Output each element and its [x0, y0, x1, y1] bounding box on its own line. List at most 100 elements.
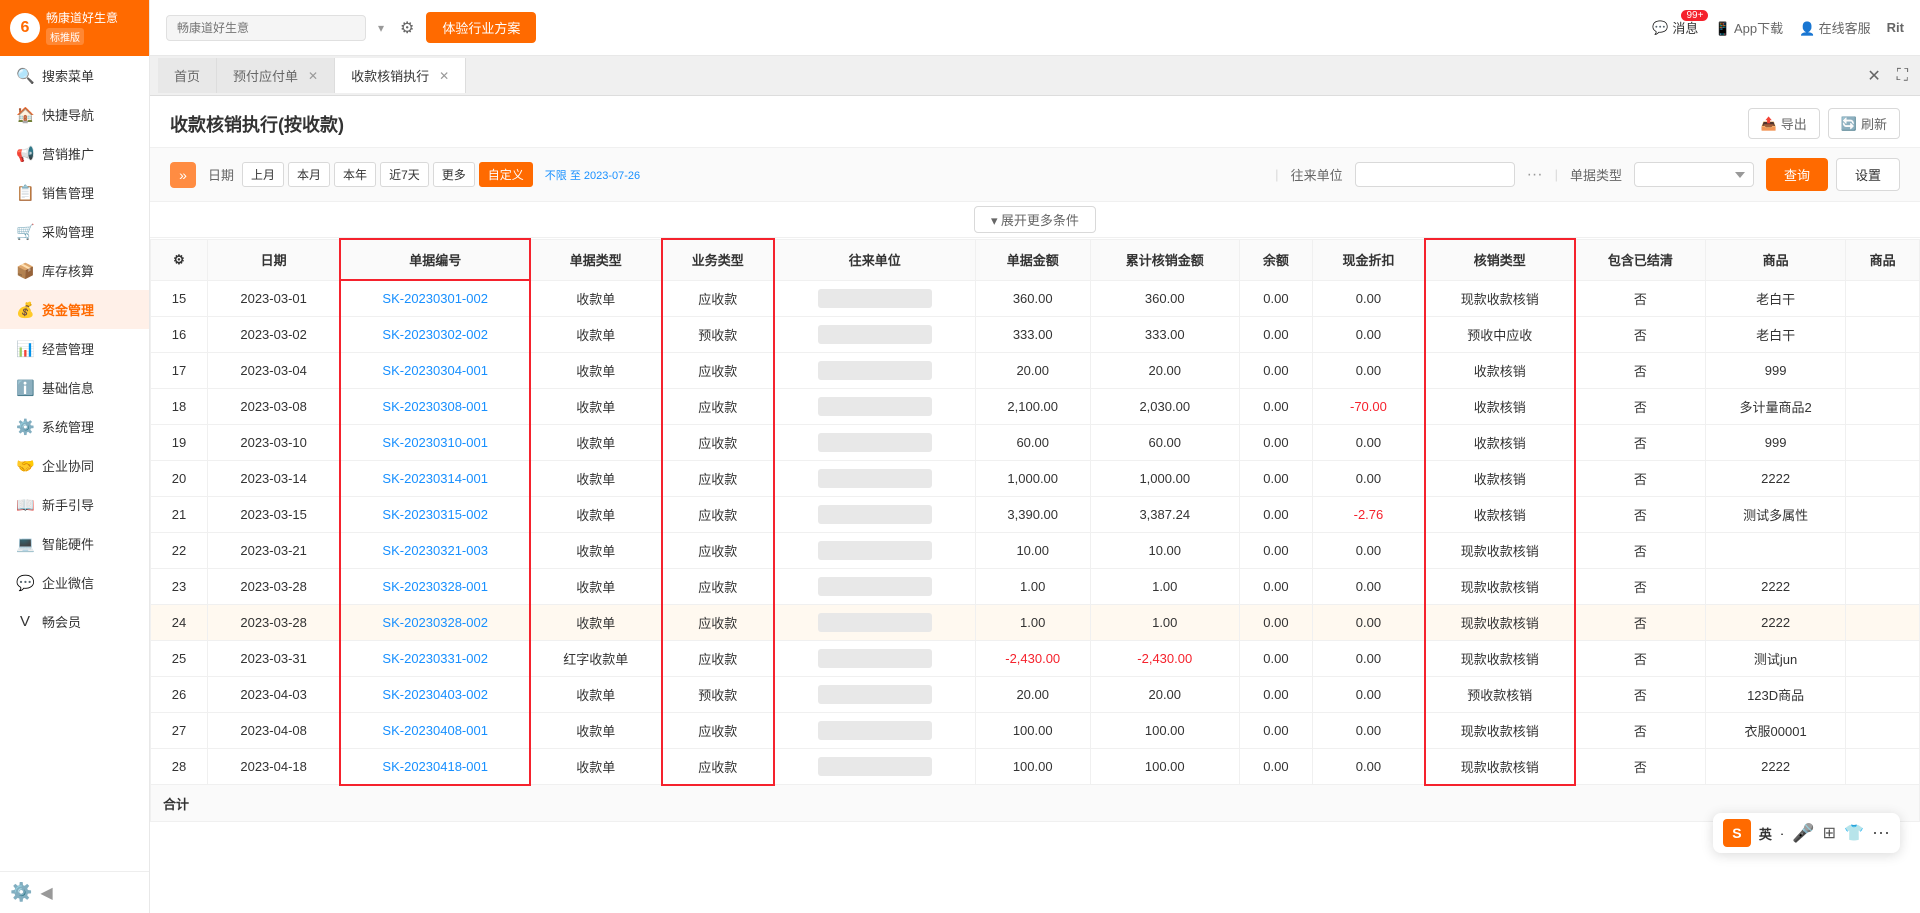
cell-no: 18 [151, 388, 208, 424]
ime-mic-icon[interactable]: 🎤 [1792, 823, 1814, 844]
sidebar-item-sales[interactable]: 📋销售管理 [0, 173, 149, 212]
cell-goods2 [1846, 604, 1920, 640]
brand-chevron-icon[interactable]: ▾ [378, 21, 384, 35]
custom-date-btn[interactable]: 自定义 [479, 162, 533, 187]
topbar-gear-icon[interactable]: ⚙ [400, 18, 414, 38]
last-7days-btn[interactable]: 近7天 [380, 162, 429, 187]
doc-no-link[interactable]: SK-20230418-001 [382, 759, 488, 774]
cell-doc-no: SK-20230331-002 [340, 640, 530, 676]
cell-cash-discount: -70.00 [1313, 388, 1425, 424]
cell-biz-type: 应收款 [662, 388, 775, 424]
doc-no-link[interactable]: SK-20230331-002 [382, 651, 488, 666]
cell-cancel-type: 收款核销 [1425, 388, 1575, 424]
tab-close-all-icon[interactable]: ✕ [1863, 62, 1884, 90]
counterpart-label: 往来单位 [1291, 165, 1343, 184]
sidebar-item-purchase[interactable]: 🛒采购管理 [0, 212, 149, 251]
cell-cancel-amount: 1.00 [1090, 568, 1239, 604]
this-month-btn[interactable]: 本月 [288, 162, 330, 187]
sidebar-item-inventory[interactable]: 📦库存核算 [0, 251, 149, 290]
ime-en-label[interactable]: 英 [1759, 824, 1772, 843]
sidebar-item-cooperation[interactable]: 🤝企业协同 [0, 446, 149, 485]
cell-doc-no: SK-20230301-002 [340, 280, 530, 316]
tab-prepay-close-icon[interactable]: ✕ [308, 69, 318, 83]
tab-collection-close-icon[interactable]: ✕ [439, 69, 449, 83]
sidebar-item-finance[interactable]: 💰资金管理 [0, 290, 149, 329]
cell-goods: 衣服00001 [1705, 712, 1845, 748]
message-button[interactable]: 💬 消息 99+ [1652, 18, 1698, 37]
sidebar-item-search[interactable]: 🔍搜索菜单 [0, 56, 149, 95]
settings-icon[interactable]: ⚙️ [10, 882, 32, 903]
doc-no-link[interactable]: SK-20230403-002 [382, 687, 488, 702]
sidebar-item-basic[interactable]: ℹ️基础信息 [0, 368, 149, 407]
doc-type-label: 单据类型 [1570, 165, 1622, 184]
brand-search-input[interactable] [166, 15, 366, 41]
industry-solution-button[interactable]: 体验行业方案 [426, 12, 536, 43]
doc-no-link[interactable]: SK-20230302-002 [382, 327, 488, 342]
sidebar-item-member[interactable]: V 畅会员 [0, 602, 149, 641]
cell-biz-type: 应收款 [662, 280, 775, 316]
doc-type-select[interactable] [1634, 162, 1754, 187]
cell-cancel-amount: 360.00 [1090, 280, 1239, 316]
message-icon: 💬 [1652, 20, 1668, 36]
tab-prepay[interactable]: 预付应付单 ✕ [217, 58, 335, 93]
cell-date: 2023-03-02 [207, 316, 340, 352]
col-header-settings[interactable]: ⚙ [151, 239, 208, 280]
tab-collection[interactable]: 收款核销执行 ✕ [335, 58, 466, 93]
refresh-button[interactable]: 🔄 刷新 [1828, 108, 1900, 139]
cell-cancel-amount: 2,030.00 [1090, 388, 1239, 424]
doc-no-link[interactable]: SK-20230315-002 [382, 507, 488, 522]
cell-doc-type: 收款单 [530, 676, 661, 712]
doc-no-link[interactable]: SK-20230308-001 [382, 399, 488, 414]
more-filters-icon[interactable]: ··· [1527, 166, 1543, 184]
online-service-btn[interactable]: 👤 在线客服 [1799, 18, 1871, 37]
cell-counterpart: ████████ [774, 568, 975, 604]
sidebar-item-marketing[interactable]: 📢营销推广 [0, 134, 149, 173]
sidebar-item-wechat[interactable]: 💬企业微信 [0, 563, 149, 602]
app-download-btn[interactable]: 📱 App下载 [1714, 18, 1783, 37]
tab-expand-icon[interactable]: ⛶ [1893, 63, 1912, 89]
doc-no-link[interactable]: SK-20230408-001 [382, 723, 488, 738]
doc-no-link[interactable]: SK-20230314-001 [382, 471, 488, 486]
user-profile[interactable]: Rit [1887, 20, 1904, 35]
cell-doc-no: SK-20230304-001 [340, 352, 530, 388]
filter-toggle-button[interactable]: » [170, 162, 196, 188]
sidebar-item-label-basic: 基础信息 [42, 378, 94, 397]
cell-cancel-type: 收款核销 [1425, 460, 1575, 496]
sidebar-item-guide[interactable]: 📖新手引导 [0, 485, 149, 524]
cell-date: 2023-03-01 [207, 280, 340, 316]
counterpart-input[interactable] [1355, 162, 1515, 187]
logo-icon: 6 [10, 13, 40, 43]
last-month-btn[interactable]: 上月 [242, 162, 284, 187]
tab-home[interactable]: 首页 [158, 58, 217, 93]
doc-no-link[interactable]: SK-20230321-003 [382, 543, 488, 558]
doc-no-link[interactable]: SK-20230310-001 [382, 435, 488, 450]
cell-amount: 100.00 [975, 712, 1090, 748]
ime-grid-icon[interactable]: ⊞ [1823, 823, 1836, 843]
ime-more-icon[interactable]: ⋯ [1872, 823, 1890, 844]
member-icon: V [16, 613, 34, 630]
cell-cash-discount: 0.00 [1313, 280, 1425, 316]
sidebar-item-operations[interactable]: 📊经营管理 [0, 329, 149, 368]
cell-cash-discount: 0.00 [1313, 532, 1425, 568]
export-button[interactable]: 📤 导出 [1748, 108, 1820, 139]
col-header-cancel-amount: 累计核销金额 [1090, 239, 1239, 280]
collapse-icon[interactable]: ◀ [40, 883, 52, 903]
data-table: ⚙ 日期 单据编号 单据类型 业务类型 往来单位 单据金额 累计核销金额 余额 … [150, 238, 1920, 822]
sidebar-item-label-member: 畅会员 [42, 612, 81, 631]
doc-no-link[interactable]: SK-20230304-001 [382, 363, 488, 378]
this-year-btn[interactable]: 本年 [334, 162, 376, 187]
expand-conditions-button[interactable]: ▾ 展开更多条件 [974, 206, 1096, 233]
doc-no-link[interactable]: SK-20230301-002 [382, 291, 488, 306]
cell-no: 26 [151, 676, 208, 712]
sidebar-item-quicknav[interactable]: 🏠快捷导航 [0, 95, 149, 134]
doc-no-link[interactable]: SK-20230328-001 [382, 579, 488, 594]
settings-button[interactable]: 设置 [1836, 158, 1900, 191]
cell-doc-type: 收款单 [530, 496, 661, 532]
more-btn[interactable]: 更多 [433, 162, 475, 187]
ime-shirt-icon[interactable]: 👕 [1844, 823, 1864, 843]
doc-no-link[interactable]: SK-20230328-002 [382, 615, 488, 630]
sidebar-item-hardware[interactable]: 💻智能硬件 [0, 524, 149, 563]
query-button[interactable]: 查询 [1766, 158, 1828, 191]
cell-goods: 999 [1705, 352, 1845, 388]
sidebar-item-system[interactable]: ⚙️系统管理 [0, 407, 149, 446]
